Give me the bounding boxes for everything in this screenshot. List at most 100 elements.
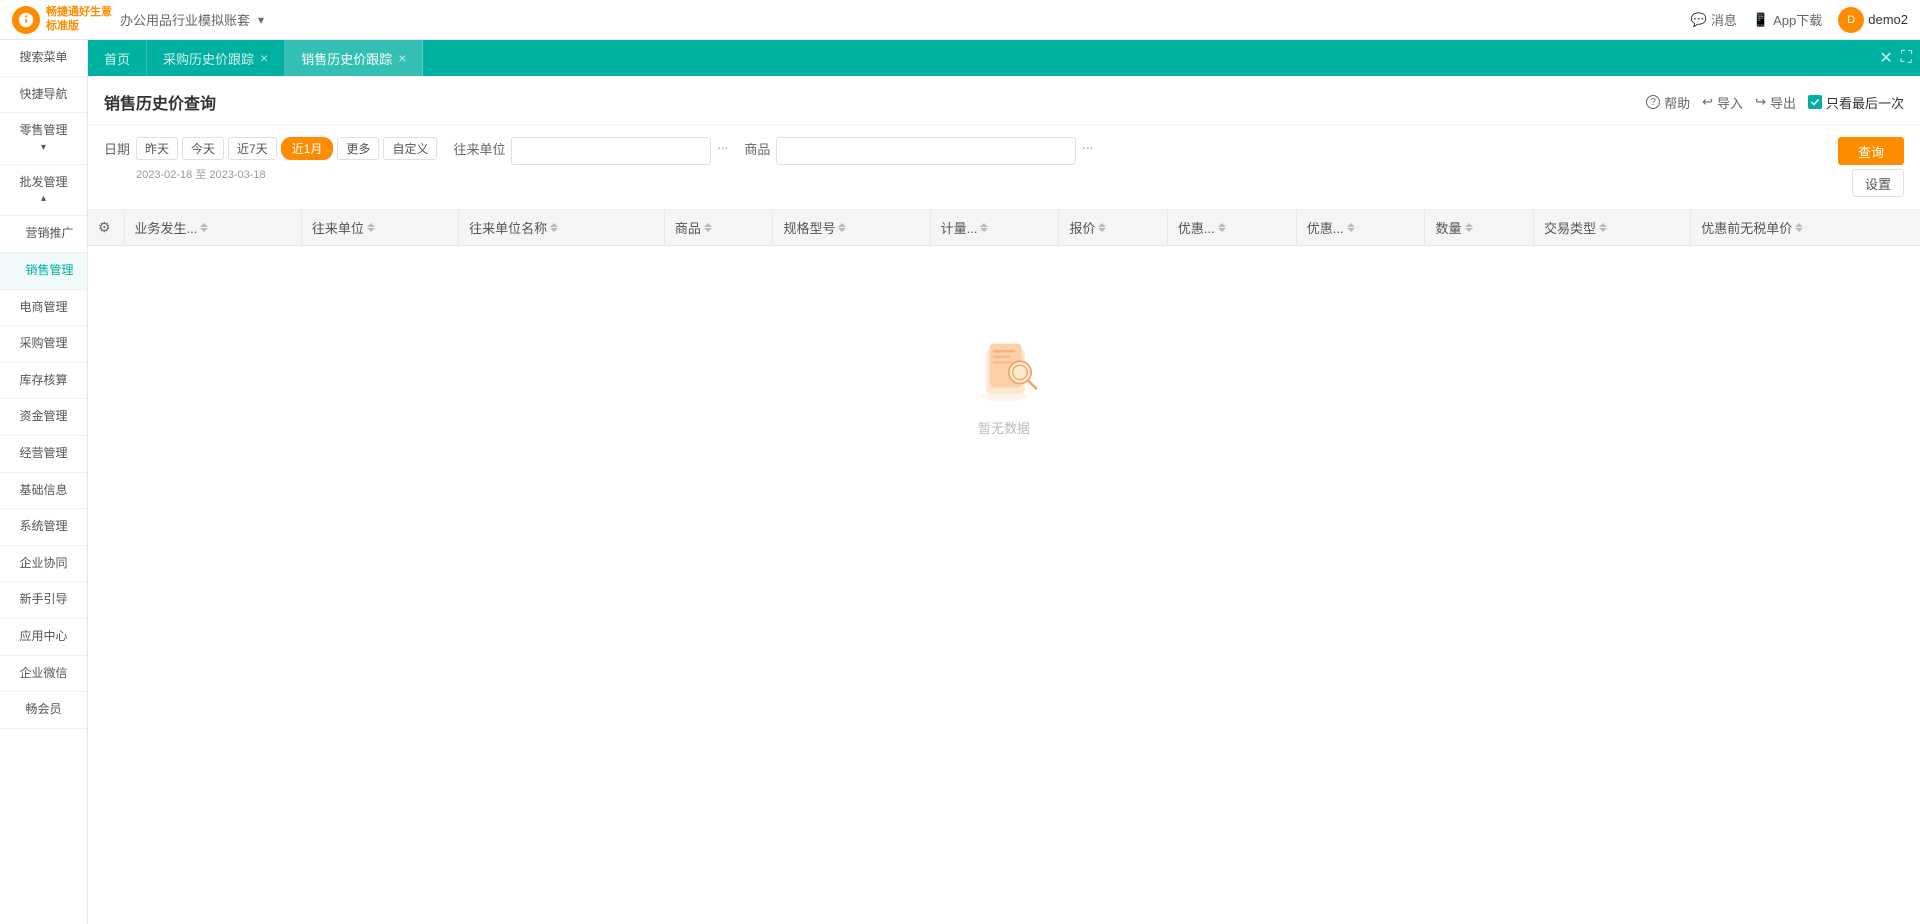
export-icon: ↪	[1755, 94, 1766, 110]
query-button[interactable]: 查询	[1838, 137, 1904, 165]
col-header-settings: ⚙	[88, 210, 124, 246]
col-header-discount2[interactable]: 优惠...	[1296, 210, 1425, 246]
marketing-promo-label: 营销推广	[25, 226, 73, 242]
col-header-business-date[interactable]: 业务发生...	[124, 210, 301, 246]
partner-filter-label: 往来单位	[453, 137, 505, 158]
col-header-discount1[interactable]: 优惠...	[1167, 210, 1296, 246]
setting-button[interactable]: 设置	[1852, 169, 1904, 197]
import-button[interactable]: ↩ 导入	[1702, 93, 1743, 112]
partner-filter-group: 往来单位 ...	[453, 137, 728, 165]
date-btn-last7days[interactable]: 近7天	[228, 137, 277, 160]
sort-icon-product	[704, 223, 712, 232]
tab-sales-close[interactable]: ×	[398, 51, 406, 65]
sidebar-item-wholesale-mgmt[interactable]: 批发管理 ▴	[0, 165, 87, 217]
sales-mgmt-label: 销售管理	[25, 263, 73, 279]
sidebar: 搜索菜单 快捷导航 零售管理 ▾ 批发管理 ▴ 营销推广 销售管理 电商管理 采…	[0, 40, 88, 924]
sidebar-item-app-center[interactable]: 应用中心	[0, 619, 87, 656]
sidebar-item-ecommerce-mgmt[interactable]: 电商管理	[0, 290, 87, 327]
content-area: 销售历史价查询 ? 帮助 ↩ 导入 ↪ 导出	[88, 76, 1920, 924]
quick-nav-label: 快捷导航	[19, 87, 67, 103]
sidebar-item-member[interactable]: 畅会员	[0, 692, 87, 729]
sort-icon-partner-code	[367, 223, 375, 232]
tab-purchase-close[interactable]: ×	[260, 51, 268, 65]
sidebar-item-finance-mgmt[interactable]: 资金管理	[0, 399, 87, 436]
col-header-product[interactable]: 商品	[664, 210, 773, 246]
sidebar-item-enterprise-wechat[interactable]: 企业微信	[0, 656, 87, 693]
wholesale-expand-icon: ▴	[41, 192, 46, 205]
sort-icon-business-date	[200, 223, 208, 232]
sidebar-item-marketing-promo[interactable]: 营销推广	[0, 216, 87, 253]
col-header-quote-price[interactable]: 报价	[1059, 210, 1168, 246]
empty-state-icon	[964, 326, 1044, 406]
import-icon: ↩	[1702, 94, 1713, 110]
sidebar-item-inventory-calc[interactable]: 库存核算	[0, 363, 87, 400]
col-header-partner-code[interactable]: 往来单位	[301, 210, 458, 246]
export-label: 导出	[1770, 93, 1796, 112]
date-btn-last1month[interactable]: 近1月	[281, 137, 334, 160]
sidebar-item-search-menu[interactable]: 搜索菜单	[0, 40, 87, 77]
latest-only-checkbox[interactable]	[1808, 95, 1822, 109]
logo-icon	[12, 6, 40, 34]
filter-actions: 查询 设置	[1838, 137, 1904, 197]
page-header-actions: ? 帮助 ↩ 导入 ↪ 导出	[1646, 93, 1904, 112]
finance-mgmt-label: 资金管理	[19, 409, 67, 425]
page-header: 销售历史价查询 ? 帮助 ↩ 导入 ↪ 导出	[88, 76, 1920, 125]
sidebar-item-system-mgmt[interactable]: 系统管理	[0, 509, 87, 546]
sort-icon-pre-discount-price	[1795, 223, 1803, 232]
help-icon: ?	[1646, 95, 1660, 109]
col-header-spec[interactable]: 规格型号	[773, 210, 930, 246]
help-button[interactable]: ? 帮助	[1646, 93, 1690, 112]
empty-state: 暂无数据	[88, 246, 1920, 517]
col-header-quantity[interactable]: 数量	[1425, 210, 1534, 246]
purchase-mgmt-label: 采购管理	[19, 336, 67, 352]
date-btn-yesterday[interactable]: 昨天	[136, 137, 178, 160]
page-wrapper: 销售历史价查询 ? 帮助 ↩ 导入 ↪ 导出	[88, 76, 1920, 924]
date-btn-custom[interactable]: 自定义	[383, 137, 437, 160]
table-wrapper: ⚙ 业务发生...	[88, 210, 1920, 517]
user-area[interactable]: D demo2	[1838, 7, 1908, 33]
sidebar-item-enterprise-collab[interactable]: 企业协同	[0, 546, 87, 583]
tab-purchase-history[interactable]: 采购历史价跟踪 ×	[147, 40, 285, 76]
sidebar-item-quick-nav[interactable]: 快捷导航	[0, 77, 87, 114]
product-filter-label: 商品	[744, 137, 770, 158]
date-btn-more[interactable]: 更多	[337, 137, 379, 160]
sidebar-item-retail-mgmt[interactable]: 零售管理 ▾	[0, 113, 87, 165]
sidebar-item-new-user-guide[interactable]: 新手引导	[0, 582, 87, 619]
username: demo2	[1868, 12, 1908, 27]
logo-area: 畅捷通好生意标准版	[12, 6, 112, 34]
app-download-action[interactable]: 📱 App下载	[1753, 10, 1822, 29]
partner-filter-input[interactable]	[511, 137, 711, 165]
tabs-bar-actions: ✕ ⛶	[1879, 48, 1920, 68]
sort-icon-partner-name	[550, 223, 558, 232]
latest-only-wrapper[interactable]: 只看最后一次	[1808, 93, 1904, 112]
col-header-trade-type[interactable]: 交易类型	[1534, 210, 1691, 246]
tab-sales-history[interactable]: 销售历史价跟踪 ×	[285, 40, 423, 76]
enterprise-collab-label: 企业协同	[19, 556, 67, 572]
product-filter-input[interactable]	[776, 137, 1076, 165]
operations-mgmt-label: 经营管理	[19, 446, 67, 462]
product-filter-group: 商品 ...	[744, 137, 1093, 165]
maximize-icon[interactable]: ⛶	[1901, 49, 1912, 67]
message-action[interactable]: 💬 消息	[1691, 10, 1737, 29]
col-header-unit[interactable]: 计量...	[930, 210, 1059, 246]
ecommerce-mgmt-label: 电商管理	[19, 300, 67, 316]
sort-icon-trade-type	[1599, 223, 1607, 232]
col-header-partner-name[interactable]: 往来单位名称	[459, 210, 665, 246]
tab-home[interactable]: 首页	[88, 40, 147, 76]
sidebar-item-basic-info[interactable]: 基础信息	[0, 473, 87, 510]
close-window-icon[interactable]: ✕	[1879, 48, 1892, 68]
sidebar-item-purchase-mgmt[interactable]: 采购管理	[0, 326, 87, 363]
message-label: 消息	[1711, 10, 1737, 29]
main-layout: 搜索菜单 快捷导航 零售管理 ▾ 批发管理 ▴ 营销推广 销售管理 电商管理 采…	[0, 40, 1920, 924]
date-btn-today[interactable]: 今天	[182, 137, 224, 160]
partner-filter-dots[interactable]: ...	[717, 137, 728, 152]
top-bar-right: 💬 消息 📱 App下载 D demo2	[1691, 7, 1908, 33]
sidebar-item-sales-mgmt[interactable]: 销售管理	[0, 253, 87, 290]
sidebar-item-operations-mgmt[interactable]: 经营管理	[0, 436, 87, 473]
title-dropdown[interactable]: ▾	[258, 13, 264, 27]
product-filter-dots[interactable]: ...	[1082, 137, 1093, 152]
export-button[interactable]: ↪ 导出	[1755, 93, 1796, 112]
col-header-pre-discount-price[interactable]: 优惠前无税单价	[1691, 210, 1920, 246]
retail-expand-icon: ▾	[41, 141, 46, 154]
table-settings-button[interactable]: ⚙	[98, 219, 111, 236]
